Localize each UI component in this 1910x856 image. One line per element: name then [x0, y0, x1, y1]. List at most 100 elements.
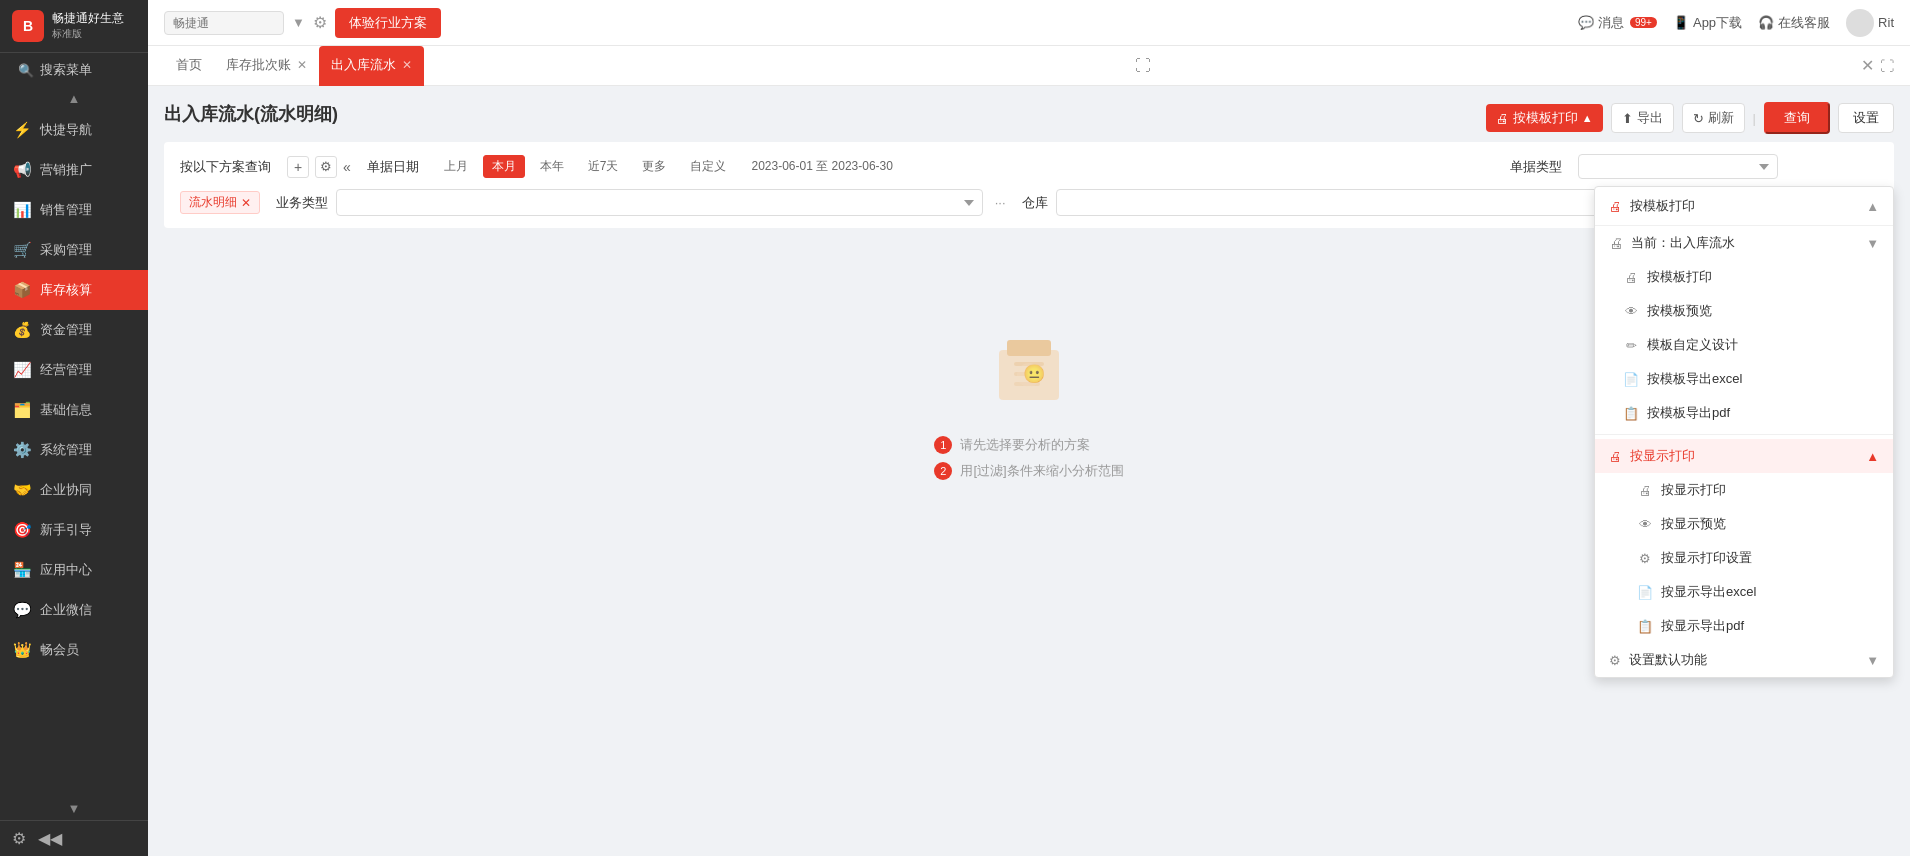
filter-tag[interactable]: 流水明细 ✕ — [180, 191, 260, 214]
user-avatar-item[interactable]: Rit — [1846, 9, 1894, 37]
svg-text:😐: 😐 — [1023, 363, 1046, 385]
date-btn-this-year[interactable]: 本年 — [531, 155, 573, 178]
nav-icon-purchase: 🛒 — [12, 240, 32, 260]
sidebar-item-guide[interactable]: 🎯 新手引导 — [0, 510, 148, 550]
online-service-item[interactable]: 🎧 在线客服 — [1758, 14, 1830, 32]
sidebar-item-inventory[interactable]: 📦 库存核算 — [0, 270, 148, 310]
sidebar-item-system[interactable]: ⚙️ 系统管理 — [0, 430, 148, 470]
logo-name: 畅捷通好生意 — [52, 11, 124, 27]
dropdown-item-template-excel[interactable]: 📄 按模板导出excel — [1595, 362, 1893, 396]
settings-button[interactable]: 设置 — [1838, 103, 1894, 133]
dropdown-display-section-header[interactable]: 🖨 按显示打印 ▲ — [1595, 439, 1893, 473]
sidebar-item-operation[interactable]: 📈 经营管理 — [0, 350, 148, 390]
filter-add-button[interactable]: + — [287, 156, 309, 178]
tip-text-2: 用[过滤]条件来缩小分析范围 — [960, 462, 1123, 480]
app-download-item[interactable]: 📱 App下载 — [1673, 14, 1742, 32]
tab-expand-icon[interactable]: ⛶ — [1135, 57, 1151, 75]
message-item[interactable]: 💬 消息 99+ — [1578, 14, 1657, 32]
dropdown-printer-icon: 🖨 — [1609, 199, 1622, 214]
nav-icon-inventory: 📦 — [12, 280, 32, 300]
empty-tip-2: 2 用[过滤]条件来缩小分析范围 — [934, 462, 1123, 480]
sidebar-item-wechat[interactable]: 💬 企业微信 — [0, 590, 148, 630]
dropdown-item-template-pdf[interactable]: 📋 按模板导出pdf — [1595, 396, 1893, 430]
print-template-button[interactable]: 🖨 按模板打印 ▲ — [1486, 104, 1603, 132]
sidebar-item-member[interactable]: 👑 畅会员 — [0, 630, 148, 670]
sidebar-item-marketing[interactable]: 📢 营销推广 — [0, 150, 148, 190]
dropdown-current-arrow[interactable]: ▼ — [1866, 236, 1879, 251]
nav-icon-finance: 💰 — [12, 320, 32, 340]
online-service-label: 在线客服 — [1778, 14, 1830, 32]
display-section-arrow[interactable]: ▲ — [1866, 449, 1879, 464]
topbar-gear-icon[interactable]: ⚙ — [313, 13, 327, 32]
export-button[interactable]: ⬆ 导出 — [1611, 103, 1674, 133]
biz-type-select[interactable] — [336, 189, 983, 216]
sidebar-scroll-up[interactable]: ▲ — [0, 87, 148, 110]
sidebar-item-purchase[interactable]: 🛒 采购管理 — [0, 230, 148, 270]
sidebar-item-sales[interactable]: 📊 销售管理 — [0, 190, 148, 230]
date-btn-custom[interactable]: 自定义 — [681, 155, 735, 178]
nav-label-sales: 销售管理 — [40, 201, 92, 219]
sidebar-item-collab[interactable]: 🤝 企业协同 — [0, 470, 148, 510]
tab-window-close[interactable]: ✕ — [1861, 56, 1874, 75]
biz-type-label: 业务类型 — [276, 194, 328, 212]
date-btn-this-month[interactable]: 本月 — [483, 155, 525, 178]
current-print-icon: 🖨 — [1609, 235, 1623, 251]
tab-home[interactable]: 首页 — [164, 46, 214, 86]
dropdown-footer[interactable]: ⚙ 设置默认功能 ▼ — [1595, 643, 1893, 677]
dropdown-item-template-print[interactable]: 🖨 按模板打印 — [1595, 260, 1893, 294]
dropdown-up-arrow[interactable]: ▲ — [1866, 199, 1879, 214]
query-button[interactable]: 查询 — [1764, 102, 1830, 134]
tab-batch-label: 库存批次账 — [226, 56, 291, 74]
app-download-icon: 📱 — [1673, 15, 1689, 30]
dropdown-current-item[interactable]: 🖨 当前：出入库流水 ▼ — [1595, 226, 1893, 260]
sidebar-item-quick-nav[interactable]: ⚡ 快捷导航 — [0, 110, 148, 150]
tag-close-icon[interactable]: ✕ — [241, 196, 251, 210]
tab-flow-close[interactable]: ✕ — [402, 58, 412, 72]
sidebar-item-finance[interactable]: 💰 资金管理 — [0, 310, 148, 350]
message-label: 消息 — [1598, 14, 1624, 32]
nav-label-wechat: 企业微信 — [40, 601, 92, 619]
topbar-search-input[interactable] — [164, 11, 284, 35]
dropdown-item-display-preview[interactable]: 👁 按显示预览 — [1609, 507, 1893, 541]
collapse-sidebar-icon[interactable]: ◀◀ — [38, 829, 62, 848]
dropdown-item-template-preview[interactable]: 👁 按模板预览 — [1595, 294, 1893, 328]
dropdown-item-display-pdf[interactable]: 📋 按显示导出pdf — [1609, 609, 1893, 643]
refresh-button[interactable]: ↻ 刷新 — [1682, 103, 1745, 133]
nav-label-inventory: 库存核算 — [40, 281, 92, 299]
date-btn-more[interactable]: 更多 — [633, 155, 675, 178]
sidebar-item-basic[interactable]: 🗂️ 基础信息 — [0, 390, 148, 430]
display-settings-label: 按显示打印设置 — [1661, 549, 1752, 567]
dropdown-footer-left: ⚙ 设置默认功能 — [1609, 651, 1707, 669]
settings-bottom-icon[interactable]: ⚙ — [12, 829, 26, 848]
dropdown-current-left: 🖨 当前：出入库流水 — [1609, 234, 1735, 252]
sidebar-scroll-down[interactable]: ▼ — [0, 797, 148, 820]
dropdown-item-display-excel[interactable]: 📄 按显示导出excel — [1609, 575, 1893, 609]
date-btn-7days[interactable]: 近7天 — [579, 155, 628, 178]
sidebar-nav: ⚡ 快捷导航 📢 营销推广 📊 销售管理 🛒 采购管理 📦 库存核算 💰 资金管… — [0, 110, 148, 797]
tab-window-expand[interactable]: ⛶ — [1880, 58, 1894, 74]
date-btn-last-month[interactable]: 上月 — [435, 155, 477, 178]
display-section-title: 按显示打印 — [1630, 447, 1695, 465]
nav-label-basic: 基础信息 — [40, 401, 92, 419]
nav-label-system: 系统管理 — [40, 441, 92, 459]
display-section-left: 🖨 按显示打印 — [1609, 447, 1695, 465]
dropdown-item-display-settings[interactable]: ⚙ 按显示打印设置 — [1609, 541, 1893, 575]
sidebar-item-appstore[interactable]: 🏪 应用中心 — [0, 550, 148, 590]
sidebar-search[interactable]: 🔍 搜索菜单 — [0, 53, 148, 87]
topbar-dropdown-arrow[interactable]: ▼ — [292, 15, 305, 30]
tab-batch[interactable]: 库存批次账 ✕ — [214, 46, 319, 86]
type-filter-select[interactable] — [1578, 154, 1778, 179]
tab-flow[interactable]: 出入库流水 ✕ — [319, 46, 424, 86]
dropdown-item-display-print[interactable]: 🖨 按显示打印 — [1609, 473, 1893, 507]
tab-batch-close[interactable]: ✕ — [297, 58, 307, 72]
filter-setting-button[interactable]: ⚙ — [315, 156, 337, 178]
footer-arrow[interactable]: ▼ — [1866, 653, 1879, 668]
trial-button[interactable]: 体验行业方案 — [335, 8, 441, 38]
dropdown-header-left: 🖨 按模板打印 — [1609, 197, 1695, 215]
template-pdf-icon: 📋 — [1623, 405, 1639, 421]
type-filter-label: 单据类型 — [1510, 158, 1562, 176]
filter-collapse-button[interactable]: « — [343, 159, 351, 175]
biz-type-more[interactable]: ··· — [995, 195, 1006, 210]
tip-text-1: 请先选择要分析的方案 — [960, 436, 1090, 454]
dropdown-item-template-custom[interactable]: ✏ 模板自定义设计 — [1595, 328, 1893, 362]
